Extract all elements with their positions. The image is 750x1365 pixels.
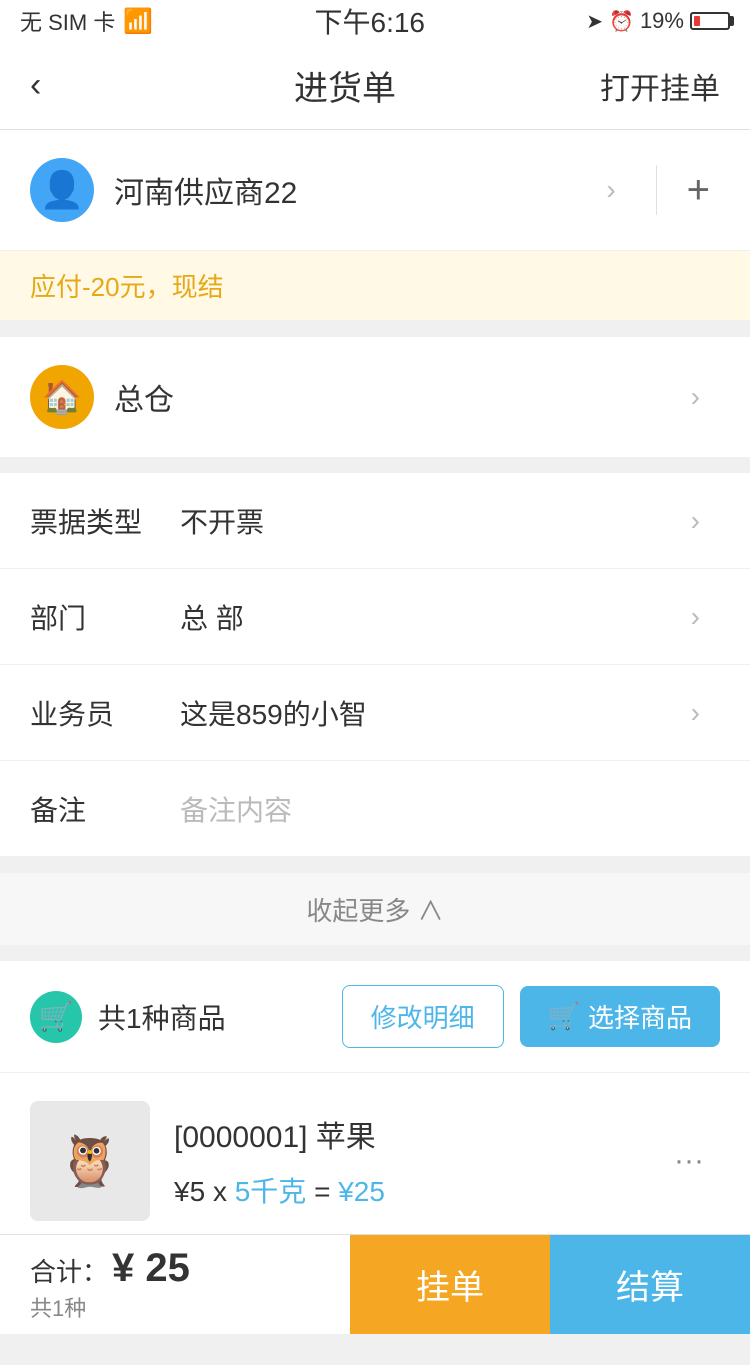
shopping-icon: 🛒 (39, 1000, 74, 1033)
product-header: 🛒 共1种商品 修改明细 🛒 选择商品 (0, 961, 750, 1073)
supplier-avatar: 👤 (30, 158, 94, 222)
remark-label: 备注 (30, 789, 170, 829)
select-product-button[interactable]: 🛒 选择商品 (520, 986, 720, 1047)
warehouse-chevron-icon: › (691, 381, 700, 413)
product-price: ¥5 x 5千克 = ¥25 (174, 1170, 658, 1210)
total-amount: ¥ 25 (112, 1246, 190, 1291)
product-more-button[interactable]: ··· (658, 1134, 720, 1188)
warehouse-row: 🏠 总仓 › (0, 337, 750, 457)
supplier-row: 👤 河南供应商22 › + (0, 130, 750, 251)
status-right: ➤ ⏰ 19% (586, 8, 730, 34)
bottom-bar: 合计： ¥ 25 共1种 挂单 结算 (0, 1234, 750, 1334)
price-eq: = (314, 1176, 338, 1207)
collapse-button[interactable]: 收起更多 ∧ (0, 873, 750, 945)
product-item: 🦉 [0000001] 苹果 ¥5 x 5千克 = ¥25 ··· (0, 1073, 750, 1249)
supplier-name: 河南供应商22 (114, 168, 606, 212)
product-thumbnail: 🦉 (30, 1101, 150, 1221)
select-product-icon: 🛒 (548, 1001, 580, 1032)
settle-button[interactable]: 结算 (550, 1235, 750, 1334)
salesperson-chevron-icon: › (691, 697, 700, 729)
supplier-divider (656, 165, 657, 215)
products-card: 🛒 共1种商品 修改明细 🛒 选择商品 🦉 [0000001] 苹果 ¥5 x … (0, 961, 750, 1249)
main-content: 👤 河南供应商22 › + 应付-20元，现结 🏠 总仓 › 票据类型 不开票 … (0, 130, 750, 1365)
invoice-label: 票据类型 (30, 501, 170, 541)
product-count-icon-wrap: 🛒 (30, 991, 82, 1043)
warehouse-name: 总仓 (114, 375, 691, 419)
supplier-chevron-icon[interactable]: › (606, 174, 615, 206)
warehouse-icon: 🏠 (42, 378, 82, 416)
product-count-label: 共1种商品 (98, 997, 342, 1037)
dept-value: 总 部 (170, 597, 691, 637)
product-thumb-owl-icon: 🦉 (59, 1132, 121, 1191)
invoice-row[interactable]: 票据类型 不开票 › (0, 473, 750, 569)
remark-input[interactable]: 备注内容 (170, 789, 720, 829)
status-left: 无 SIM 卡 📶 (20, 5, 153, 37)
warehouse-card[interactable]: 🏠 总仓 › (0, 337, 750, 457)
page-title: 进货单 (294, 61, 396, 110)
total-count: 共1种 (30, 1291, 320, 1323)
alarm-icon: ⏰ (609, 9, 634, 34)
product-name: [0000001] 苹果 (174, 1112, 658, 1156)
total-section: 合计： ¥ 25 共1种 (0, 1235, 350, 1334)
dept-chevron-icon: › (691, 601, 700, 633)
battery-indicator (690, 12, 730, 30)
battery-percent: 19% (640, 8, 684, 34)
dept-label: 部门 (30, 597, 170, 637)
notice-bar: 应付-20元，现结 (0, 251, 750, 321)
invoice-chevron-icon: › (691, 505, 700, 537)
price-unit: ¥5 (174, 1176, 205, 1207)
supplier-card: 👤 河南供应商22 › + 应付-20元，现结 (0, 130, 750, 321)
back-button[interactable]: ‹ (30, 66, 90, 105)
avatar-icon: 👤 (40, 169, 85, 211)
dept-row[interactable]: 部门 总 部 › (0, 569, 750, 665)
location-icon: ➤ (586, 9, 603, 34)
notice-text: 应付-20元，现结 (30, 272, 224, 302)
product-total: ¥25 (338, 1176, 385, 1207)
status-bar: 无 SIM 卡 📶 下午6:16 ➤ ⏰ 19% (0, 0, 750, 42)
salesperson-row[interactable]: 业务员 这是859的小智 › (0, 665, 750, 761)
total-label: 合计： (30, 1252, 108, 1289)
price-separator: x (213, 1176, 235, 1207)
edit-detail-button[interactable]: 修改明细 (342, 985, 504, 1048)
sim-label: 无 SIM 卡 (20, 5, 115, 37)
status-time: 下午6:16 (315, 1, 426, 41)
remark-row[interactable]: 备注 备注内容 (0, 761, 750, 857)
form-card: 票据类型 不开票 › 部门 总 部 › 业务员 这是859的小智 › 备注 备注… (0, 473, 750, 857)
salesperson-value: 这是859的小智 (170, 693, 691, 733)
product-info: [0000001] 苹果 ¥5 x 5千克 = ¥25 (174, 1112, 658, 1210)
product-qty: 5千克 (235, 1176, 307, 1207)
salesperson-label: 业务员 (30, 693, 170, 733)
warehouse-icon-wrap: 🏠 (30, 365, 94, 429)
select-product-label: 选择商品 (588, 998, 692, 1035)
open-pending-button[interactable]: 打开挂单 (600, 64, 720, 108)
hang-button[interactable]: 挂单 (350, 1235, 550, 1334)
wifi-icon: 📶 (123, 7, 153, 36)
add-supplier-button[interactable]: + (677, 168, 720, 213)
invoice-value: 不开票 (170, 501, 691, 541)
nav-bar: ‹ 进货单 打开挂单 (0, 42, 750, 130)
